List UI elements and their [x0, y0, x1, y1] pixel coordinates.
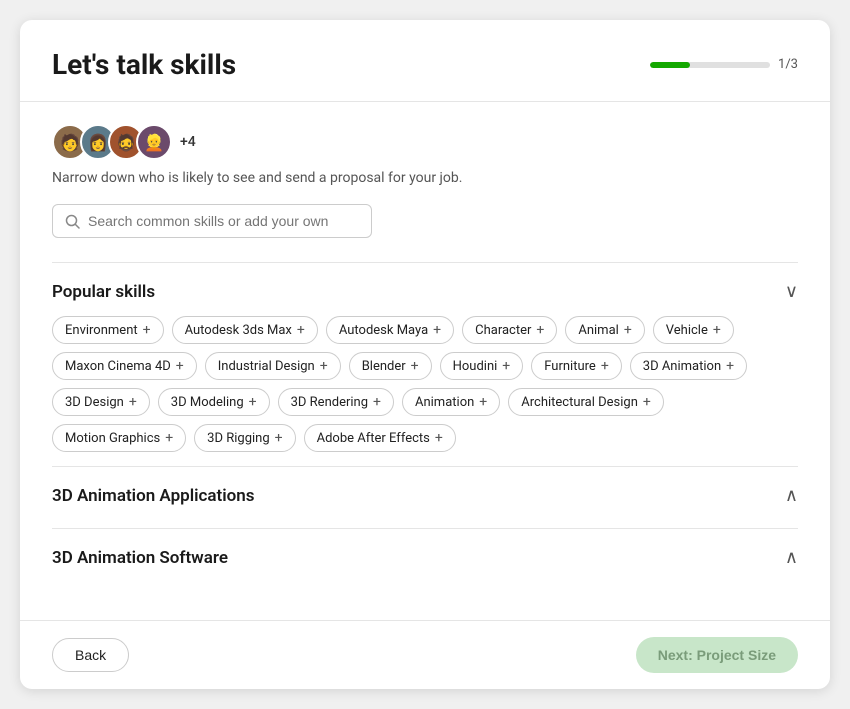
skill-tag[interactable]: Industrial Design+: [205, 352, 341, 380]
skill-tag[interactable]: 3D Rigging+: [194, 424, 295, 452]
avatar: 👱: [136, 124, 172, 160]
popular-skills-title: Popular skills: [52, 282, 155, 302]
animation-apps-title: 3D Animation Applications: [52, 486, 255, 506]
avatars-row: 🧑 👩 🧔 👱 +4: [52, 124, 798, 160]
page-title: Let's talk skills: [52, 48, 236, 81]
skill-tag[interactable]: Adobe After Effects+: [304, 424, 456, 452]
skill-tag[interactable]: Autodesk Maya+: [326, 316, 454, 344]
animation-software-section: 3D Animation Software ∧: [52, 528, 798, 590]
skill-tag[interactable]: 3D Animation+: [630, 352, 747, 380]
skill-tag[interactable]: Furniture+: [531, 352, 622, 380]
search-row[interactable]: [52, 204, 372, 238]
skills-grid: Environment+ Autodesk 3ds Max+ Autodesk Ma…: [52, 316, 798, 452]
chevron-up-icon: ∧: [785, 547, 798, 568]
search-icon: [65, 214, 80, 229]
animation-apps-section: 3D Animation Applications ∧: [52, 466, 798, 528]
popular-skills-section: Popular skills ∨ Environment+ Autodesk 3d…: [52, 262, 798, 466]
progress-bar-fill: [650, 62, 690, 68]
skill-tag[interactable]: Vehicle+: [653, 316, 734, 344]
progress-label: 1/3: [778, 57, 798, 72]
main-card: Let's talk skills 1/3 🧑 👩 🧔 👱 +4 N: [20, 20, 830, 689]
animation-apps-header[interactable]: 3D Animation Applications ∧: [52, 485, 798, 506]
skill-tag[interactable]: Animation+: [402, 388, 500, 416]
skill-tag[interactable]: Environment+: [52, 316, 164, 344]
animation-software-header[interactable]: 3D Animation Software ∧: [52, 547, 798, 568]
progress-container: 1/3: [650, 57, 798, 72]
skill-tag[interactable]: 3D Rendering+: [278, 388, 394, 416]
skill-tag[interactable]: Character+: [462, 316, 557, 344]
subtitle-text: Narrow down who is likely to see and sen…: [52, 170, 798, 186]
header: Let's talk skills 1/3: [20, 20, 830, 102]
skill-tag[interactable]: Maxon Cinema 4D+: [52, 352, 197, 380]
back-button[interactable]: Back: [52, 638, 129, 672]
skill-tag[interactable]: Animal+: [565, 316, 644, 344]
body: 🧑 👩 🧔 👱 +4 Narrow down who is likely to …: [20, 102, 830, 612]
skill-tag[interactable]: Architectural Design+: [508, 388, 664, 416]
popular-skills-header[interactable]: Popular skills ∨: [52, 281, 798, 302]
skill-tag[interactable]: Houdini+: [440, 352, 524, 380]
chevron-up-icon: ∧: [785, 485, 798, 506]
progress-bar-background: [650, 62, 770, 68]
footer: Back Next: Project Size: [20, 620, 830, 689]
avatar-count: +4: [180, 134, 196, 150]
chevron-down-icon: ∨: [785, 281, 798, 302]
skill-tag[interactable]: Motion Graphics+: [52, 424, 186, 452]
skill-tag[interactable]: Blender+: [349, 352, 432, 380]
skill-tag[interactable]: 3D Modeling+: [158, 388, 270, 416]
animation-software-title: 3D Animation Software: [52, 548, 228, 568]
next-button[interactable]: Next: Project Size: [636, 637, 798, 673]
skill-tag[interactable]: Autodesk 3ds Max+: [172, 316, 318, 344]
search-input[interactable]: [88, 213, 359, 229]
skill-tag[interactable]: 3D Design+: [52, 388, 150, 416]
